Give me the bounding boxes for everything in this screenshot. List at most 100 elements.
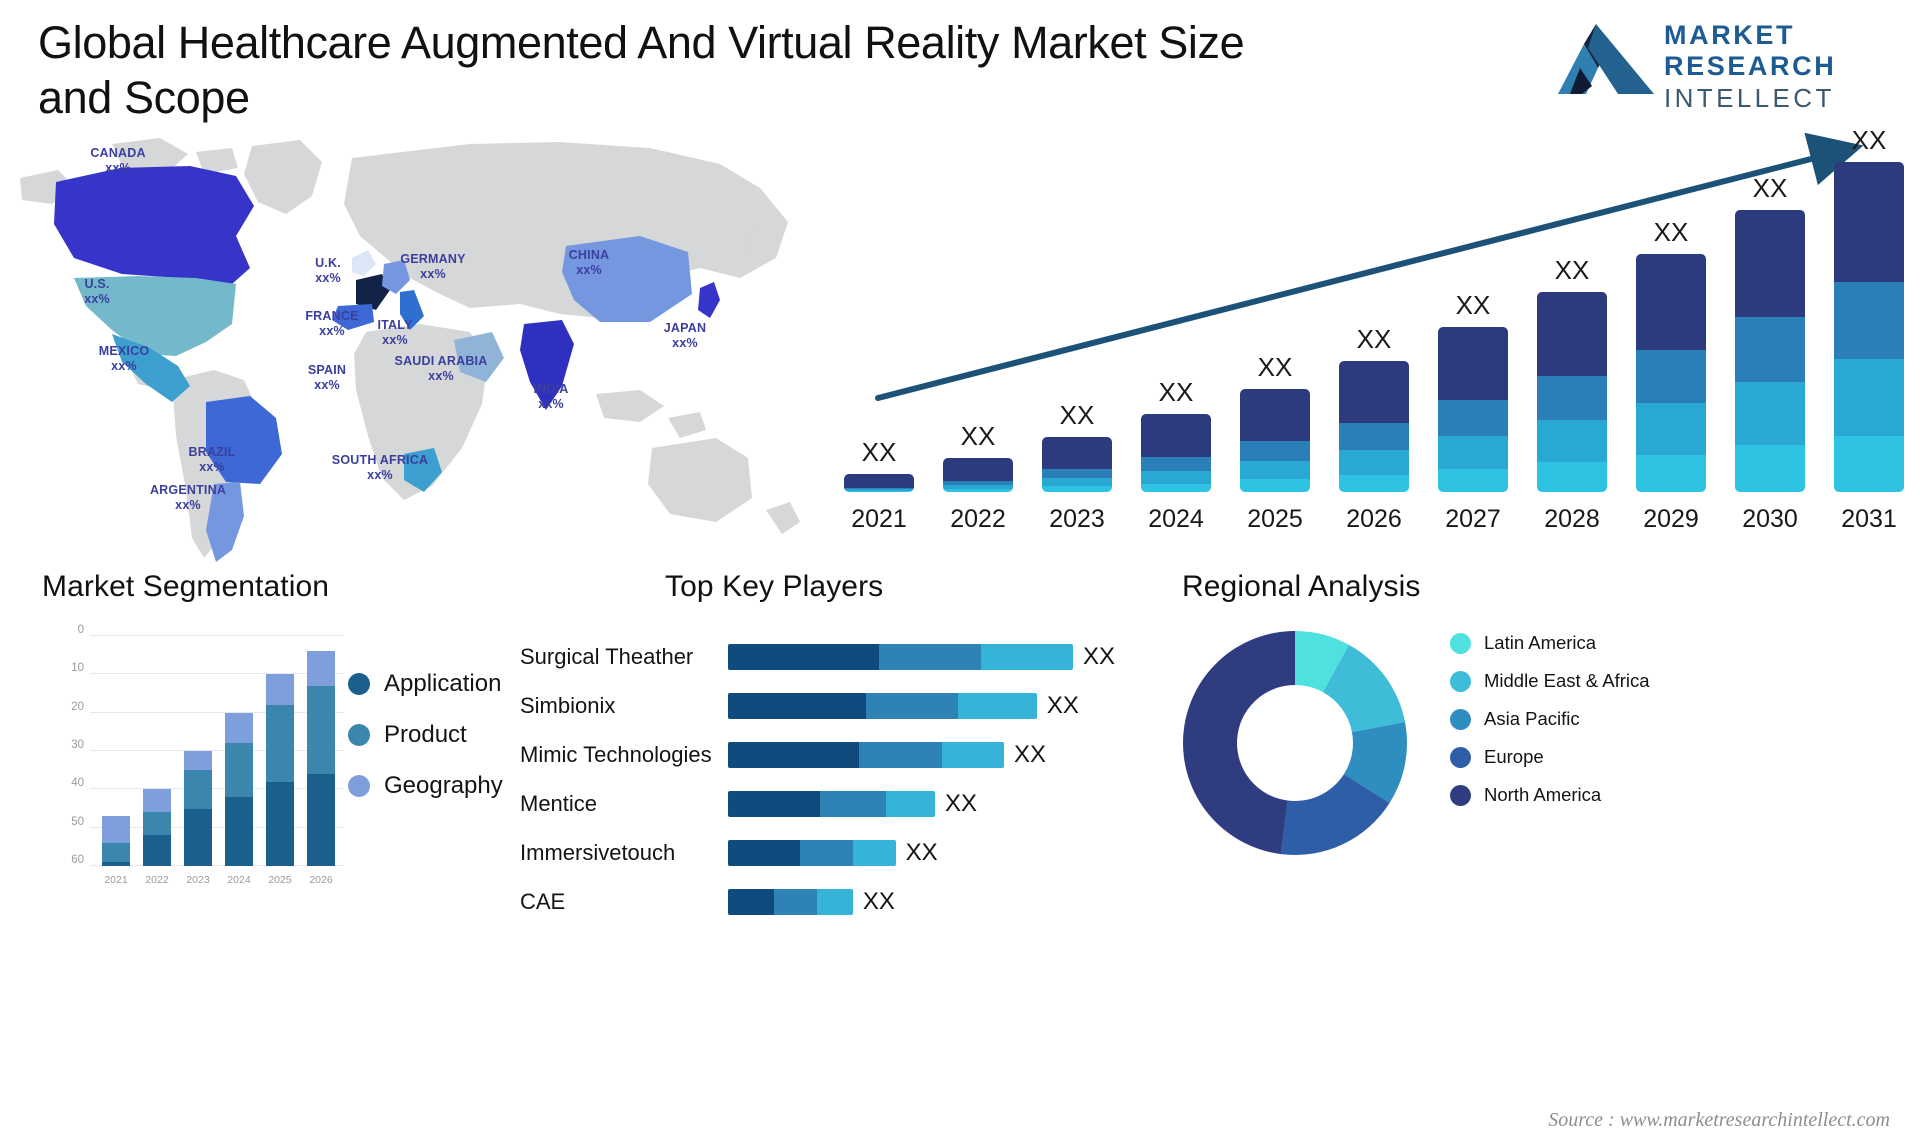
player-name: Surgical Theather	[520, 644, 694, 669]
legend-dot-icon	[348, 673, 370, 695]
forecast-segment-segment-1	[1240, 479, 1310, 492]
players-title: Top Key Players	[665, 570, 884, 603]
segmentation-legend-item: Geography	[348, 772, 503, 800]
map-label-name: CHINA	[568, 248, 610, 262]
map-label-mexico: MEXICO xx%	[99, 344, 150, 375]
forecast-value-label: XX	[1257, 352, 1293, 383]
player-bar	[728, 889, 853, 915]
map-label-south-africa: SOUTH AFRICA xx%	[332, 453, 428, 484]
forecast-segment-segment-4	[844, 473, 914, 488]
map-label-value: xx%	[105, 161, 131, 176]
player-value-label: XX	[862, 888, 895, 915]
forecast-segment-segment-4	[1042, 437, 1112, 470]
map-label-name: CANADA	[90, 146, 146, 160]
segmentation-segment-application	[225, 797, 253, 866]
player-name: Simbionix	[520, 693, 616, 718]
logo-mountain-icon	[1558, 24, 1654, 94]
segmentation-segment-product	[102, 843, 130, 863]
forecast-segment-segment-4	[1834, 162, 1904, 282]
segmentation-xtick-2023: 2023	[186, 874, 210, 886]
regional-legend-item: Europe	[1450, 746, 1750, 769]
forecast-segment-segment-1	[1636, 455, 1706, 492]
player-bar	[728, 693, 1037, 719]
forecast-bar-chart: XX 2021 XX 2022 XX 2023 XX 2024 XX 2025 XX 2026 XX 20…	[830, 120, 1920, 540]
regional-legend-item: Asia Pacific	[1450, 708, 1750, 731]
country-uk	[352, 250, 376, 276]
forecast-segment-segment-3	[1240, 441, 1310, 461]
player-segment-series-2	[879, 644, 981, 670]
map-label-spain: SPAIN xx%	[308, 363, 346, 394]
legend-dot-icon	[1450, 708, 1471, 730]
player-bar	[728, 791, 935, 817]
segmentation-column	[184, 751, 212, 866]
map-label-saudi-arabia: SAUDI ARABIA xx%	[395, 354, 488, 385]
map-label-value: xx%	[111, 359, 137, 374]
regional-legend-label: Middle East & Africa	[1484, 669, 1650, 691]
player-value-label: XX	[1046, 692, 1079, 719]
segmentation-segment-geography	[307, 651, 335, 686]
legend-dot-icon	[1450, 670, 1471, 692]
market-segmentation-section: Market Segmentation 60 50 40 30 20 10 0 2021 202…	[28, 570, 508, 920]
forecast-segment-segment-3	[1438, 400, 1508, 436]
segmentation-segment-geography	[225, 712, 253, 744]
world-map: CANADA xx% U.S. xx% MEXICO xx% BRAZIL xx% ARGENT…	[0, 118, 820, 573]
map-label-name: BRAZIL	[188, 445, 236, 459]
forecast-segment-segment-2	[1735, 382, 1805, 446]
segmentation-xtick-2021: 2021	[104, 874, 128, 886]
forecast-segment-segment-1	[1834, 435, 1904, 492]
regional-legend: Latin America Middle East & Africa Asia Pa…	[1450, 632, 1750, 822]
regional-legend-label: Europe	[1484, 745, 1544, 767]
segmentation-column	[266, 674, 294, 866]
segmentation-legend-item: Application	[348, 670, 503, 698]
segmentation-ytick: 20	[71, 700, 84, 713]
segmentation-segment-product	[143, 812, 171, 836]
forecast-segment-segment-2	[1834, 359, 1904, 436]
map-label-brazil: BRAZIL xx%	[188, 445, 235, 476]
forecast-stack	[1042, 437, 1112, 492]
regional-analysis-section: Regional Analysis Latin America Middle Ea…	[1090, 570, 1920, 920]
segmentation-segment-application	[143, 835, 171, 866]
map-label-value: xx%	[314, 378, 340, 393]
map-label-name: ITALY	[377, 318, 413, 332]
map-label-value: xx%	[315, 271, 341, 286]
forecast-value-label: XX	[1356, 323, 1392, 354]
map-label-name: GERMANY	[400, 252, 466, 266]
segmentation-legend: Application Product Geography	[348, 670, 503, 823]
map-label-name: U.K.	[315, 256, 341, 270]
map-label-value: xx%	[576, 263, 602, 278]
segmentation-column	[225, 712, 253, 866]
player-row: Mimic Technologies XX	[520, 740, 1120, 770]
forecast-segment-segment-1	[1735, 445, 1805, 492]
regional-legend-item: North America	[1450, 784, 1750, 807]
forecast-value-label: XX	[1653, 216, 1689, 247]
forecast-segment-segment-4	[1537, 291, 1607, 377]
segmentation-xtick-2024: 2024	[227, 874, 251, 886]
player-segment-series-3	[981, 644, 1073, 670]
map-label-value: xx%	[428, 369, 454, 384]
segmentation-ytick: 30	[71, 739, 84, 751]
forecast-segment-segment-1	[844, 490, 914, 492]
forecast-value-label: XX	[1554, 254, 1590, 285]
legend-dot-icon	[348, 724, 370, 746]
forecast-year-2025: 2025	[1247, 505, 1303, 533]
map-label-canada: CANADA xx%	[90, 146, 145, 177]
forecast-stack	[844, 473, 914, 492]
country-japan	[698, 282, 720, 318]
segmentation-ytick: 50	[71, 815, 84, 828]
player-name: Immersivetouch	[520, 840, 676, 865]
map-label-japan: JAPAN xx%	[664, 321, 706, 352]
player-segment-series-2	[866, 693, 958, 719]
player-segment-series-3	[852, 840, 896, 866]
segmentation-segment-product	[307, 685, 335, 774]
segmentation-column	[102, 816, 130, 866]
map-label-value: xx%	[367, 468, 393, 483]
map-label-value: xx%	[538, 397, 564, 412]
forecast-segment-segment-2	[1438, 435, 1508, 470]
regional-donut-chart	[1182, 631, 1407, 855]
forecast-segment-segment-1	[1537, 462, 1607, 492]
forecast-value-label: XX	[1455, 290, 1491, 320]
forecast-stack	[1240, 389, 1310, 492]
regional-legend-item: Middle East & Africa	[1450, 670, 1750, 693]
map-label-value: xx%	[382, 333, 408, 348]
segmentation-xtick-2026: 2026	[309, 874, 333, 886]
